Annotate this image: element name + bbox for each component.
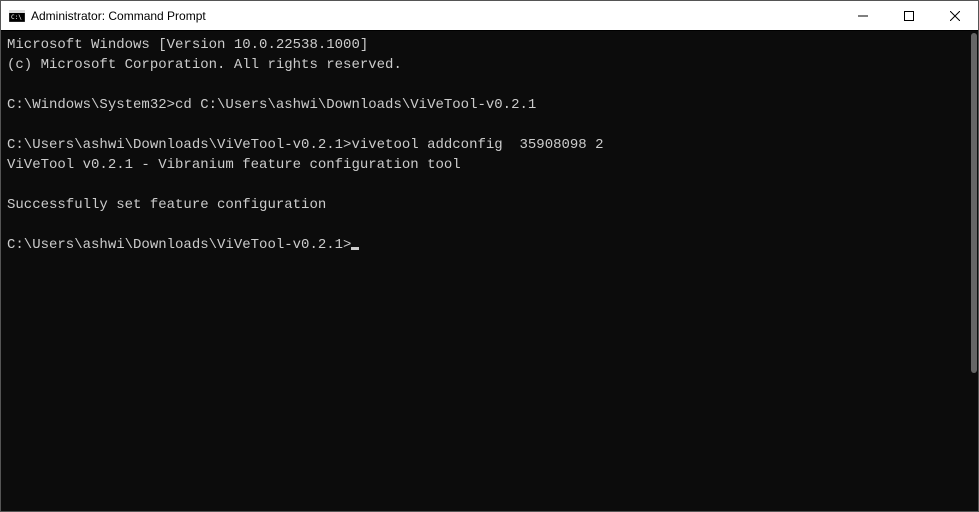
cmd-icon: C:\	[9, 8, 25, 24]
terminal-output[interactable]: Microsoft Windows [Version 10.0.22538.10…	[1, 31, 978, 511]
terminal-line	[7, 115, 972, 135]
terminal-area: Microsoft Windows [Version 10.0.22538.10…	[1, 31, 978, 511]
minimize-button[interactable]	[840, 1, 886, 30]
terminal-line	[7, 215, 972, 235]
svg-text:C:\: C:\	[11, 14, 22, 21]
scrollbar-thumb[interactable]	[971, 33, 977, 373]
maximize-button[interactable]	[886, 1, 932, 30]
terminal-line: Successfully set feature configuration	[7, 195, 972, 215]
terminal-line	[7, 75, 972, 95]
terminal-line	[7, 175, 972, 195]
terminal-line: C:\Users\ashwi\Downloads\ViVeTool-v0.2.1…	[7, 235, 972, 255]
window-controls	[840, 1, 978, 30]
cursor	[351, 247, 359, 250]
scrollbar[interactable]	[968, 31, 978, 511]
close-button[interactable]	[932, 1, 978, 30]
window-title: Administrator: Command Prompt	[31, 9, 840, 23]
titlebar[interactable]: C:\ Administrator: Command Prompt	[1, 1, 978, 31]
terminal-line: C:\Users\ashwi\Downloads\ViVeTool-v0.2.1…	[7, 135, 972, 155]
terminal-line: (c) Microsoft Corporation. All rights re…	[7, 55, 972, 75]
terminal-line: C:\Windows\System32>cd C:\Users\ashwi\Do…	[7, 95, 972, 115]
terminal-line: ViVeTool v0.2.1 - Vibranium feature conf…	[7, 155, 972, 175]
terminal-line: Microsoft Windows [Version 10.0.22538.10…	[7, 35, 972, 55]
